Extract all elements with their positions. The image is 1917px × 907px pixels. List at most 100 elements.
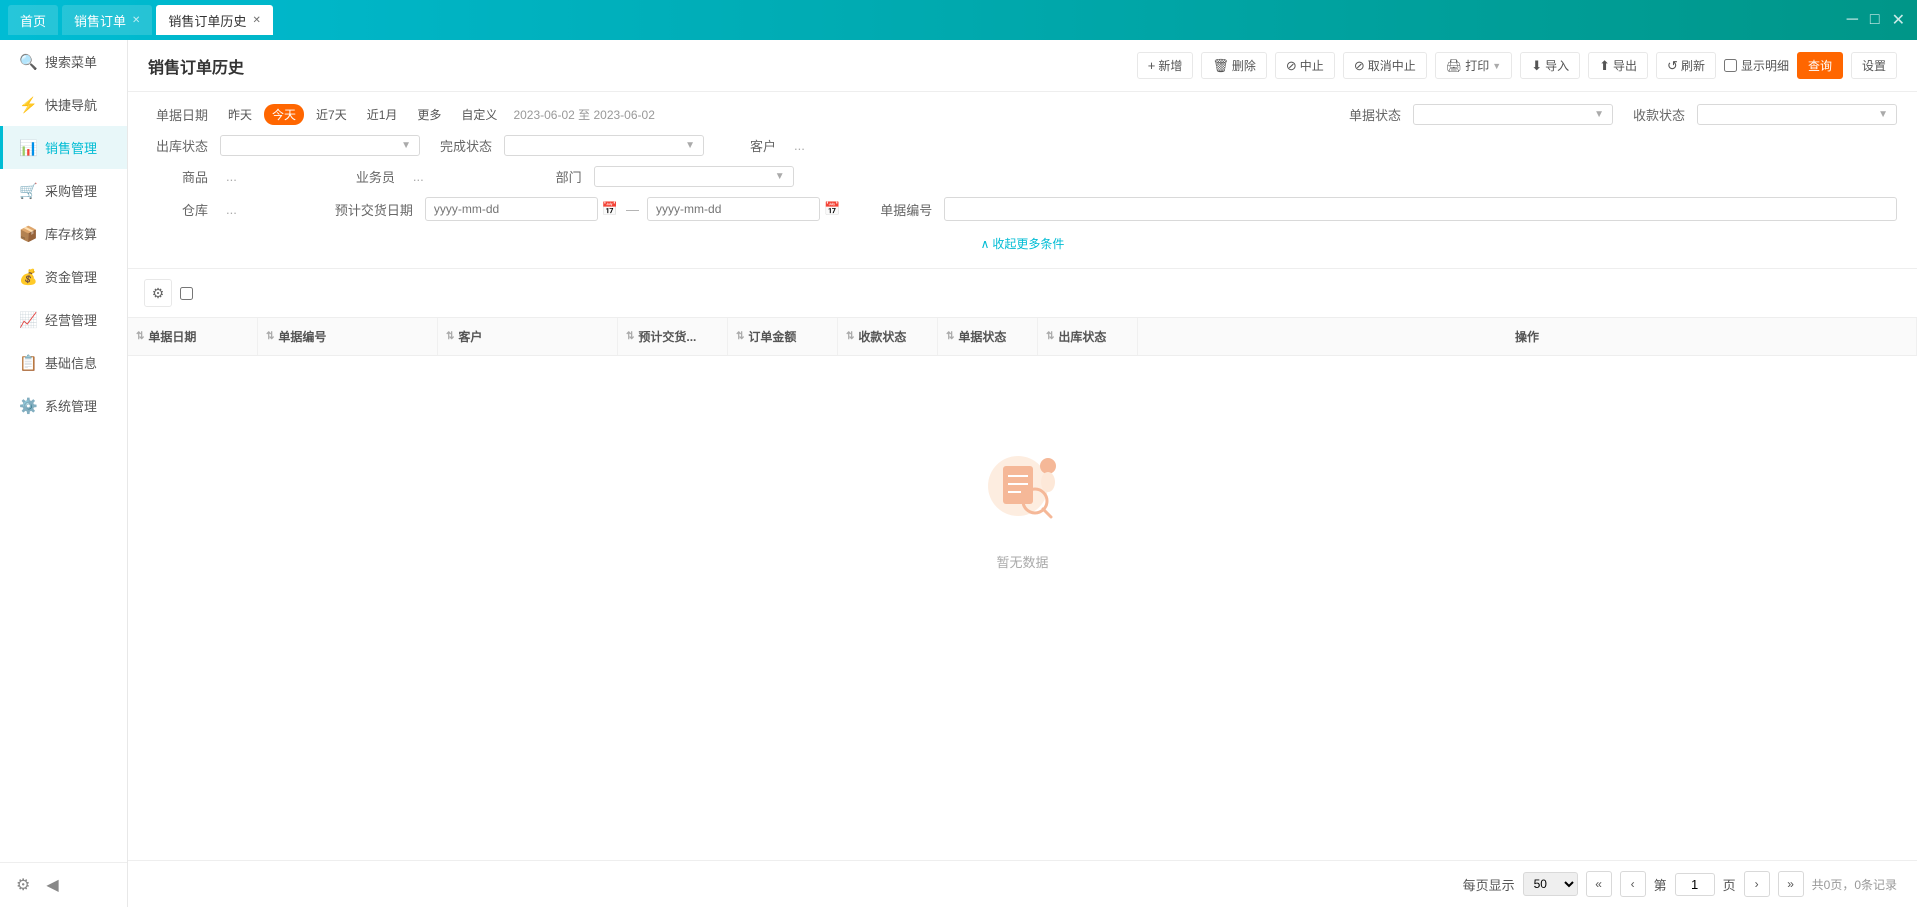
stop-btn-label: 中止 [1300,57,1324,74]
settings-btn[interactable]: 设置 [1851,52,1897,79]
shortcut-yesterday[interactable]: 昨天 [220,104,260,125]
th-delivery[interactable]: ⇅ 预计交货... [618,318,728,355]
page-size-select[interactable]: 50 10 20 100 [1523,872,1578,896]
th-action-label: 操作 [1515,328,1539,345]
cancel-stop-btn-label: 取消中止 [1368,57,1416,74]
calendar-from-icon[interactable]: 📅 [602,201,618,217]
sidebar-item-purchase-mgmt-label: 采购管理 [45,181,97,200]
filter-row-1: 单据日期 昨天 今天 近7天 近1月 更多 自定义 2023-06-02 至 2… [148,104,1897,125]
th-customer[interactable]: ⇅ 客户 [438,318,618,355]
tab-sales-order-label: 销售订单 [74,11,126,30]
filter-row-4: 仓库 ... 预计交货日期 📅 — 📅 单据编号 [148,197,1897,221]
calendar-to-icon[interactable]: 📅 [824,201,840,217]
export-icon: ⬆ [1599,58,1610,74]
system-mgmt-icon: ⚙️ [19,397,37,415]
doc-number-input[interactable] [944,197,1897,221]
stop-btn[interactable]: ⊘ 中止 [1275,52,1335,79]
delivery-date-from[interactable] [425,197,598,221]
delivery-date-pair: 📅 — 📅 [425,197,840,221]
tab-sales-order-history-close[interactable]: ✕ [252,15,260,26]
payment-status-select[interactable]: ▼ [1697,104,1897,125]
next-page-btn[interactable]: › [1744,871,1770,897]
doc-status-select[interactable]: ▼ [1413,104,1613,125]
collapse-filter-label: 收起更多条件 [992,235,1064,252]
collapse-filter-link[interactable]: ∧ 收起更多条件 [148,231,1897,256]
delivery-date-to[interactable] [647,197,820,221]
sidebar-item-quick-nav[interactable]: ⚡ 快捷导航 [0,83,127,126]
shortcut-last7[interactable]: 近7天 [308,104,355,125]
salesperson-dots[interactable]: ... [407,167,430,186]
refresh-btn-label: 刷新 [1681,57,1705,74]
cancel-stop-btn[interactable]: ⊘ 取消中止 [1343,52,1427,79]
th-pay-status[interactable]: ⇅ 收款状态 [838,318,938,355]
th-stock-status[interactable]: ⇅ 出库状态 [1038,318,1138,355]
date-shortcuts: 昨天 今天 近7天 近1月 更多 自定义 [220,104,505,125]
doc-status-chevron: ▼ [1594,109,1604,120]
tab-sales-order-close[interactable]: ✕ [132,15,140,26]
first-page-btn[interactable]: « [1586,871,1612,897]
delete-btn[interactable]: 🗑 删除 [1201,52,1267,79]
new-btn[interactable]: + 新增 [1137,52,1194,79]
completion-status-select[interactable]: ▼ [504,135,704,156]
tab-sales-order-history[interactable]: 销售订单历史 ✕ [156,5,272,35]
query-btn[interactable]: 查询 [1797,52,1843,79]
import-btn-label: 导入 [1545,57,1569,74]
stop-icon: ⊘ [1286,58,1297,74]
prev-page-btn[interactable]: ‹ [1620,871,1646,897]
goods-dots[interactable]: ... [220,167,243,186]
close-window-btn[interactable]: ✕ [1888,6,1909,34]
import-btn[interactable]: ⬇ 导入 [1520,52,1580,79]
display-detail-checkbox[interactable] [1724,59,1737,72]
page-header: 销售订单历史 + 新增 🗑 删除 ⊘ 中止 ⊘ 取消中止 [128,40,1917,92]
sidebar-item-system-mgmt[interactable]: ⚙️ 系统管理 [0,384,127,427]
sales-mgmt-icon: 📊 [19,139,37,157]
sidebar-item-operations-mgmt[interactable]: 📈 经营管理 [0,298,127,341]
completion-status-label: 完成状态 [432,136,492,155]
warehouse-dots[interactable]: ... [220,200,243,219]
print-dropdown-icon[interactable]: ▼ [1492,61,1501,71]
sidebar-item-basic-info[interactable]: 📋 基础信息 [0,341,127,384]
sidebar-item-capital-mgmt[interactable]: 💰 资金管理 [0,255,127,298]
sort-icon-amount: ⇅ [736,331,744,342]
maximize-btn[interactable]: □ [1866,7,1884,33]
select-all-checkbox[interactable] [180,287,193,300]
department-select[interactable]: ▼ [594,166,794,187]
print-btn[interactable]: 🖨 打印 ▼ [1435,52,1512,79]
cancel-stop-icon: ⊘ [1354,58,1365,74]
shortcut-custom[interactable]: 自定义 [453,104,505,125]
delivery-date-label: 预计交货日期 [335,200,413,219]
sidebar-item-inventory[interactable]: 📦 库存核算 [0,212,127,255]
date-separator: — [622,202,643,217]
shortcut-last1month[interactable]: 近1月 [359,104,406,125]
tab-sales-order[interactable]: 销售订单 ✕ [62,5,152,35]
sidebar-item-sales-mgmt[interactable]: 📊 销售管理 [0,126,127,169]
tab-home-label: 首页 [20,11,46,30]
page-label-after: 页 [1723,875,1736,894]
customer-dots[interactable]: ... [788,136,811,155]
collapse-sidebar-icon[interactable]: ◀ [46,875,58,895]
minimize-btn[interactable]: ─ [1843,7,1862,33]
th-number-label: 单据编号 [278,328,326,345]
sidebar-item-search-menu[interactable]: 🔍 搜索菜单 [0,40,127,83]
th-number[interactable]: ⇅ 单据编号 [258,318,438,355]
page-num-input[interactable] [1675,873,1715,896]
sidebar-item-purchase-mgmt[interactable]: 🛒 采购管理 [0,169,127,212]
stock-out-status-select[interactable]: ▼ [220,135,420,156]
th-date[interactable]: ⇅ 单据日期 [128,318,258,355]
th-amount[interactable]: ⇅ 订单金额 [728,318,838,355]
shortcut-today[interactable]: 今天 [264,104,304,125]
basic-info-icon: 📋 [19,354,37,372]
refresh-btn[interactable]: ↺ 刷新 [1656,52,1716,79]
settings-bottom-icon[interactable]: ⚙ [16,875,30,895]
last-page-btn[interactable]: » [1778,871,1804,897]
doc-status-label: 单据状态 [1341,105,1401,124]
date-filter-control: 昨天 今天 近7天 近1月 更多 自定义 2023-06-02 至 2023-0… [220,104,1329,125]
warehouse-label: 仓库 [148,200,208,219]
tab-home[interactable]: 首页 [8,5,58,35]
th-doc-status[interactable]: ⇅ 单据状态 [938,318,1038,355]
shortcut-more[interactable]: 更多 [409,104,449,125]
date-filter-label: 单据日期 [148,105,208,124]
sidebar: 🔍 搜索菜单 ⚡ 快捷导航 📊 销售管理 🛒 采购管理 📦 库存核算 💰 资金管… [0,40,128,907]
export-btn[interactable]: ⬆ 导出 [1588,52,1648,79]
table-settings-btn[interactable]: ⚙ [144,279,172,307]
